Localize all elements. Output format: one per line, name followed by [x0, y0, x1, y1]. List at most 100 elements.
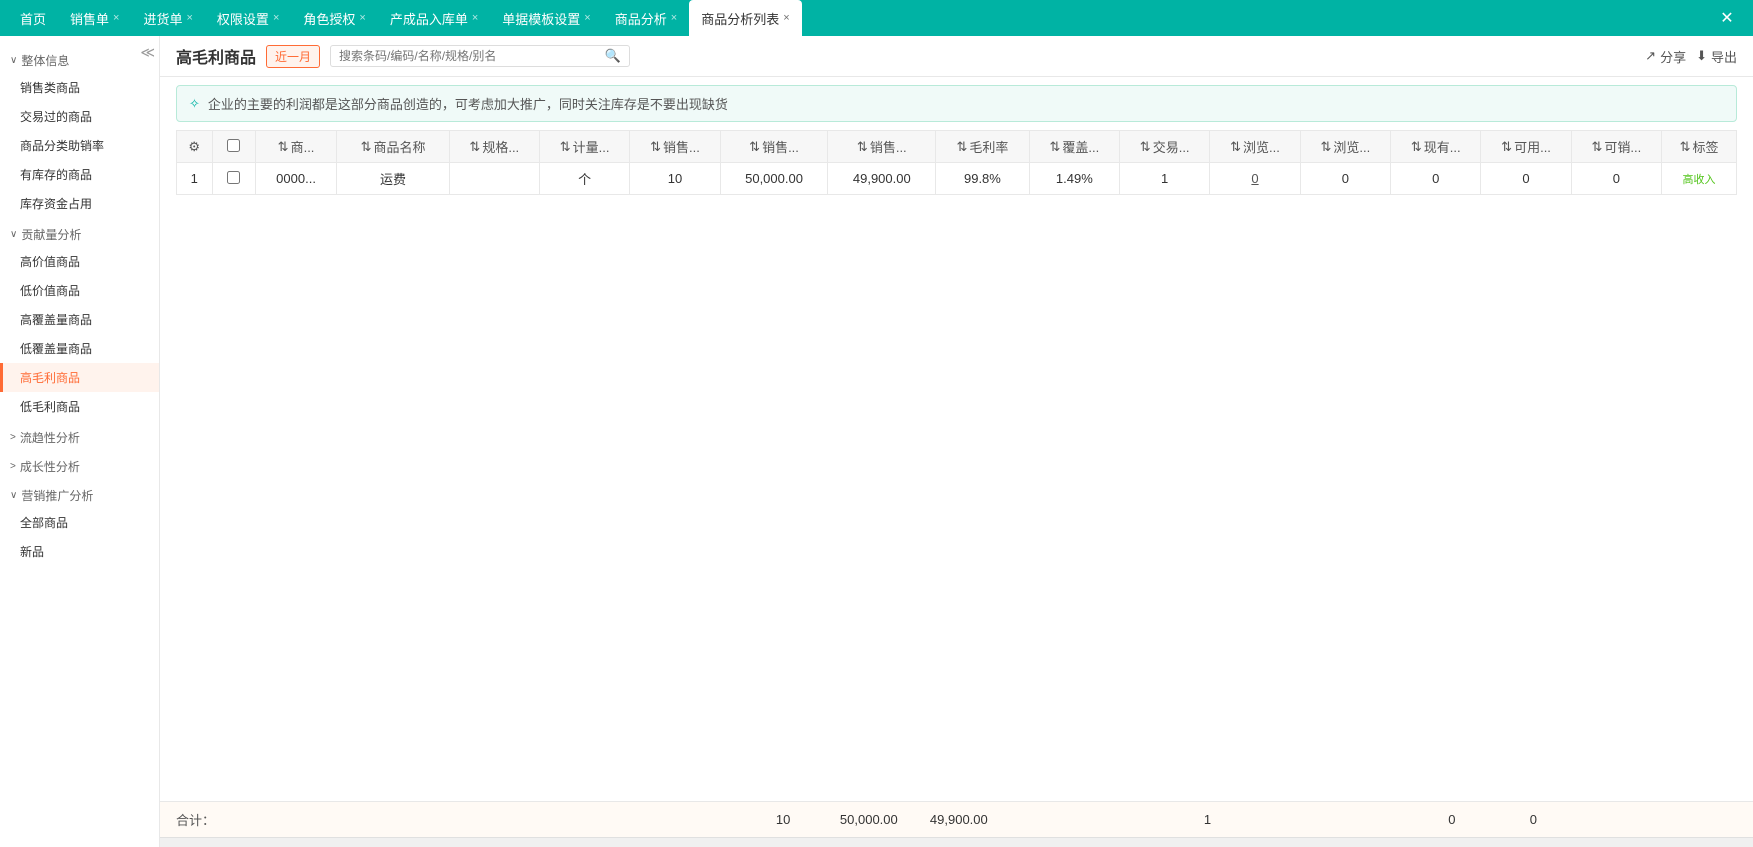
select-all-checkbox[interactable]	[227, 139, 240, 152]
sidebar-group-title[interactable]: >流趋性分析	[0, 421, 159, 450]
footer-cell: 1	[1167, 812, 1248, 827]
filter-recent-month-button[interactable]: 近一月	[266, 45, 320, 68]
sidebar-group-title[interactable]: ∨营销推广分析	[0, 479, 159, 508]
col-header-checkbox[interactable]	[212, 131, 255, 163]
col-header-sales_cost[interactable]: ⇅销售...	[828, 131, 936, 163]
col-header-sales_qty[interactable]: ⇅销售...	[630, 131, 720, 163]
sidebar-item-有库存的商品[interactable]: 有库存的商品	[0, 160, 159, 189]
sidebar-item-全部商品[interactable]: 全部商品	[0, 508, 159, 537]
sidebar-item-低价值商品[interactable]: 低价值商品	[0, 276, 159, 305]
top-nav: 首页销售单 ×进货单 ×权限设置 ×角色授权 ×产成品入库单 ×单据模板设置 ×…	[0, 0, 1753, 36]
nav-item-商品分析[interactable]: 商品分析 ×	[603, 0, 689, 36]
nav-close-icon[interactable]: ×	[273, 12, 279, 24]
col-sort-icon[interactable]: ⇅	[361, 139, 372, 155]
header-actions: ↗ 分享 ⬇ 导出	[1645, 47, 1737, 66]
col-sort-icon[interactable]: ⇅	[1501, 139, 1512, 155]
sidebar-collapse-button[interactable]: ≪	[140, 44, 155, 61]
col-sort-icon[interactable]: ⇅	[278, 139, 289, 155]
search-input[interactable]	[339, 49, 605, 63]
nav-item-角色授权[interactable]: 角色授权 ×	[291, 0, 377, 36]
footer-cell: 49,900.00	[914, 812, 1004, 827]
col-sort-icon[interactable]: ⇅	[469, 139, 480, 155]
table-wrapper[interactable]: ⚙⇅商...⇅商品名称⇅规格...⇅计量...⇅销售...⇅销售...⇅销售..…	[160, 130, 1753, 801]
col-sort-icon[interactable]: ⇅	[650, 139, 661, 155]
cell-sales_cost: 49,900.00	[828, 163, 936, 195]
col-header-gross_margin[interactable]: ⇅毛利率	[936, 131, 1029, 163]
nav-close-icon[interactable]: ×	[783, 12, 789, 24]
sidebar-item-新品[interactable]: 新品	[0, 537, 159, 566]
col-sort-icon[interactable]: ⇅	[1320, 139, 1331, 155]
nav-item-单据模板设置[interactable]: 单据模板设置 ×	[490, 0, 602, 36]
cell-browse2: 0	[1300, 163, 1390, 195]
nav-item-产成品入库单[interactable]: 产成品入库单 ×	[378, 0, 490, 36]
nav-item-权限设置[interactable]: 权限设置 ×	[205, 0, 291, 36]
col-header-unit[interactable]: ⇅计量...	[539, 131, 629, 163]
sidebar-item-库存资金占用[interactable]: 库存资金占用	[0, 189, 159, 218]
share-button[interactable]: ↗ 分享	[1645, 47, 1686, 66]
col-header-coverage[interactable]: ⇅覆盖...	[1029, 131, 1119, 163]
nav-close-icon[interactable]: ×	[584, 12, 590, 24]
col-header-spec[interactable]: ⇅规格...	[449, 131, 539, 163]
share-icon: ↗	[1645, 48, 1656, 64]
col-header-trade[interactable]: ⇅交易...	[1120, 131, 1210, 163]
sidebar-group-title[interactable]: >成长性分析	[0, 450, 159, 479]
col-header-sellable[interactable]: ⇅可销...	[1571, 131, 1661, 163]
col-sort-icon[interactable]: ⇅	[1230, 139, 1241, 155]
col-header-browse2[interactable]: ⇅浏览...	[1300, 131, 1390, 163]
nav-close-icon[interactable]: ×	[671, 12, 677, 24]
nav-item-商品分析列表[interactable]: 商品分析列表 ×	[689, 0, 801, 36]
window-close-button[interactable]: ✕	[1709, 0, 1745, 36]
horizontal-scrollbar[interactable]	[160, 837, 1753, 847]
cell-gross_margin: 99.8%	[936, 163, 1029, 195]
nav-close-icon[interactable]: ×	[472, 12, 478, 24]
export-button[interactable]: ⬇ 导出	[1696, 47, 1737, 66]
col-sort-icon[interactable]: ⇅	[749, 139, 760, 155]
col-header-current[interactable]: ⇅现有...	[1391, 131, 1481, 163]
cell-sales_amount: 50,000.00	[720, 163, 828, 195]
col-header-sales_amount[interactable]: ⇅销售...	[720, 131, 828, 163]
col-sort-icon[interactable]: ⇅	[857, 139, 868, 155]
search-icon[interactable]: 🔍	[605, 48, 621, 64]
nav-item-进货单[interactable]: 进货单 ×	[131, 0, 204, 36]
nav-close-icon[interactable]: ×	[186, 12, 192, 24]
sidebar-item-高毛利商品[interactable]: 高毛利商品	[0, 363, 159, 392]
col-sort-icon[interactable]: ⇅	[1140, 139, 1151, 155]
col-sort-icon[interactable]: ⇅	[560, 139, 571, 155]
col-header-code[interactable]: ⇅商...	[255, 131, 337, 163]
col-header-available[interactable]: ⇅可用...	[1481, 131, 1571, 163]
sidebar-item-低毛利商品[interactable]: 低毛利商品	[0, 392, 159, 421]
sidebar-item-高价值商品[interactable]: 高价值商品	[0, 247, 159, 276]
nav-item-销售单[interactable]: 销售单 ×	[58, 0, 131, 36]
footer-cell	[661, 812, 742, 827]
sidebar-item-高覆盖量商品[interactable]: 高覆盖量商品	[0, 305, 159, 334]
col-header-tag[interactable]: ⇅标签	[1662, 131, 1737, 163]
col-sort-icon[interactable]: ⇅	[956, 139, 967, 155]
sidebar-group-title[interactable]: ∨整体信息	[0, 44, 159, 73]
cell-current: 0	[1391, 163, 1481, 195]
sidebar-group-title[interactable]: ∨贡献量分析	[0, 218, 159, 247]
col-header-browse1[interactable]: ⇅浏览...	[1210, 131, 1300, 163]
cell-spec	[449, 163, 539, 195]
nav-close-icon[interactable]: ×	[359, 12, 365, 24]
cell-checkbox[interactable]	[212, 163, 255, 195]
sidebar-item-交易过的商品[interactable]: 交易过的商品	[0, 102, 159, 131]
col-sort-icon[interactable]: ⇅	[1411, 139, 1422, 155]
sidebar-item-商品分类助销率[interactable]: 商品分类助销率	[0, 131, 159, 160]
footer-cell	[1248, 812, 1329, 827]
tag-badge: 高收入	[1683, 174, 1716, 186]
nav-close-icon[interactable]: ×	[113, 12, 119, 24]
col-sort-icon[interactable]: ⇅	[1049, 139, 1060, 155]
window-controls: ✕	[1709, 0, 1745, 36]
nav-item-首页[interactable]: 首页	[8, 0, 58, 36]
sidebar-item-低覆盖量商品[interactable]: 低覆盖量商品	[0, 334, 159, 363]
footer-cell	[1656, 812, 1737, 827]
sidebar-item-销售类商品[interactable]: 销售类商品	[0, 73, 159, 102]
col-sort-icon[interactable]: ⇅	[1592, 139, 1603, 155]
col-sort-icon[interactable]: ⇅	[1680, 139, 1691, 155]
col-header-name[interactable]: ⇅商品名称	[337, 131, 449, 163]
col-header-settings[interactable]: ⚙	[177, 131, 213, 163]
settings-icon[interactable]: ⚙	[188, 139, 200, 154]
export-icon: ⬇	[1696, 48, 1707, 64]
row-checkbox[interactable]	[227, 171, 240, 184]
browse-link[interactable]: 0	[1251, 171, 1258, 186]
